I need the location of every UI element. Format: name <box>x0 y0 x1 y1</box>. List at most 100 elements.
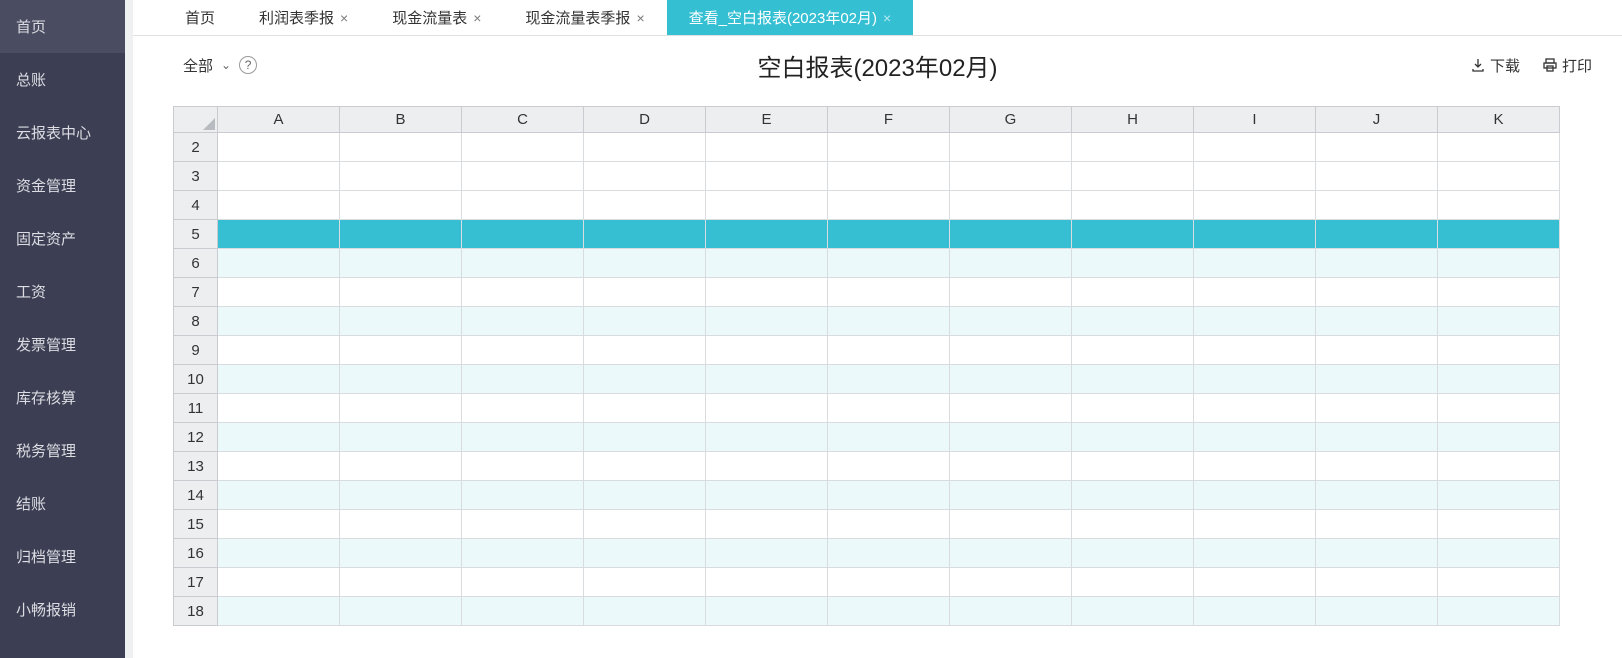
spreadsheet[interactable]: ABCDEFGHIJK23456789101112131415161718 <box>173 106 1622 658</box>
cell-J8[interactable] <box>1316 307 1438 336</box>
cell-B9[interactable] <box>340 336 462 365</box>
cell-B14[interactable] <box>340 481 462 510</box>
row-header-7[interactable]: 7 <box>174 278 218 307</box>
column-header-G[interactable]: G <box>950 107 1072 133</box>
cell-D12[interactable] <box>584 423 706 452</box>
cell-A17[interactable] <box>218 568 340 597</box>
cell-G16[interactable] <box>950 539 1072 568</box>
cell-K16[interactable] <box>1438 539 1560 568</box>
tab-4[interactable]: 查看_空白报表(2023年02月)× <box>667 0 914 35</box>
row-header-6[interactable]: 6 <box>174 249 218 278</box>
cell-J4[interactable] <box>1316 191 1438 220</box>
cell-B17[interactable] <box>340 568 462 597</box>
cell-K18[interactable] <box>1438 597 1560 626</box>
tab-2[interactable]: 现金流量表× <box>370 0 503 35</box>
cell-H13[interactable] <box>1072 452 1194 481</box>
cell-E15[interactable] <box>706 510 828 539</box>
cell-D9[interactable] <box>584 336 706 365</box>
cell-D2[interactable] <box>584 133 706 162</box>
cell-D4[interactable] <box>584 191 706 220</box>
cell-J14[interactable] <box>1316 481 1438 510</box>
cell-E9[interactable] <box>706 336 828 365</box>
cell-C17[interactable] <box>462 568 584 597</box>
cell-J9[interactable] <box>1316 336 1438 365</box>
cell-A10[interactable] <box>218 365 340 394</box>
cell-H10[interactable] <box>1072 365 1194 394</box>
row-header-2[interactable]: 2 <box>174 133 218 162</box>
cell-J6[interactable] <box>1316 249 1438 278</box>
cell-C16[interactable] <box>462 539 584 568</box>
cell-E4[interactable] <box>706 191 828 220</box>
sidebar-item-3[interactable]: 资金管理 <box>0 159 125 212</box>
cell-K17[interactable] <box>1438 568 1560 597</box>
cell-G7[interactable] <box>950 278 1072 307</box>
cell-A3[interactable] <box>218 162 340 191</box>
cell-G3[interactable] <box>950 162 1072 191</box>
column-header-B[interactable]: B <box>340 107 462 133</box>
column-header-J[interactable]: J <box>1316 107 1438 133</box>
cell-A14[interactable] <box>218 481 340 510</box>
cell-J18[interactable] <box>1316 597 1438 626</box>
cell-K13[interactable] <box>1438 452 1560 481</box>
sidebar-item-7[interactable]: 库存核算 <box>0 371 125 424</box>
cell-I3[interactable] <box>1194 162 1316 191</box>
cell-D8[interactable] <box>584 307 706 336</box>
cell-D11[interactable] <box>584 394 706 423</box>
cell-J10[interactable] <box>1316 365 1438 394</box>
select-all-corner[interactable] <box>174 107 218 133</box>
cell-G2[interactable] <box>950 133 1072 162</box>
cell-C2[interactable] <box>462 133 584 162</box>
close-icon[interactable]: × <box>340 10 348 26</box>
cell-E16[interactable] <box>706 539 828 568</box>
cell-J11[interactable] <box>1316 394 1438 423</box>
cell-B11[interactable] <box>340 394 462 423</box>
help-icon[interactable]: ? <box>239 56 257 74</box>
row-header-13[interactable]: 13 <box>174 452 218 481</box>
cell-J13[interactable] <box>1316 452 1438 481</box>
row-header-5[interactable]: 5 <box>174 220 218 249</box>
column-header-D[interactable]: D <box>584 107 706 133</box>
cell-H16[interactable] <box>1072 539 1194 568</box>
row-header-8[interactable]: 8 <box>174 307 218 336</box>
cell-B8[interactable] <box>340 307 462 336</box>
row-header-9[interactable]: 9 <box>174 336 218 365</box>
cell-C15[interactable] <box>462 510 584 539</box>
cell-J15[interactable] <box>1316 510 1438 539</box>
sidebar-item-6[interactable]: 发票管理 <box>0 318 125 371</box>
cell-A5[interactable] <box>218 220 340 249</box>
sidebar-item-10[interactable]: 归档管理 <box>0 530 125 583</box>
tab-1[interactable]: 利润表季报× <box>237 0 370 35</box>
cell-A6[interactable] <box>218 249 340 278</box>
cell-B3[interactable] <box>340 162 462 191</box>
cell-F5[interactable] <box>828 220 950 249</box>
cell-D14[interactable] <box>584 481 706 510</box>
cell-F2[interactable] <box>828 133 950 162</box>
cell-C4[interactable] <box>462 191 584 220</box>
cell-A7[interactable] <box>218 278 340 307</box>
cell-B12[interactable] <box>340 423 462 452</box>
cell-E7[interactable] <box>706 278 828 307</box>
cell-B16[interactable] <box>340 539 462 568</box>
row-header-16[interactable]: 16 <box>174 539 218 568</box>
cell-G10[interactable] <box>950 365 1072 394</box>
cell-C14[interactable] <box>462 481 584 510</box>
cell-B2[interactable] <box>340 133 462 162</box>
cell-H6[interactable] <box>1072 249 1194 278</box>
cell-H9[interactable] <box>1072 336 1194 365</box>
cell-H7[interactable] <box>1072 278 1194 307</box>
sidebar-item-5[interactable]: 工资 <box>0 265 125 318</box>
cell-D15[interactable] <box>584 510 706 539</box>
row-header-4[interactable]: 4 <box>174 191 218 220</box>
cell-A2[interactable] <box>218 133 340 162</box>
cell-I14[interactable] <box>1194 481 1316 510</box>
cell-F16[interactable] <box>828 539 950 568</box>
cell-K14[interactable] <box>1438 481 1560 510</box>
close-icon[interactable]: × <box>473 10 481 26</box>
cell-G5[interactable] <box>950 220 1072 249</box>
cell-A9[interactable] <box>218 336 340 365</box>
cell-C12[interactable] <box>462 423 584 452</box>
cell-I5[interactable] <box>1194 220 1316 249</box>
sidebar-item-2[interactable]: 云报表中心 <box>0 106 125 159</box>
tab-0[interactable]: 首页 <box>163 0 237 35</box>
cell-B5[interactable] <box>340 220 462 249</box>
